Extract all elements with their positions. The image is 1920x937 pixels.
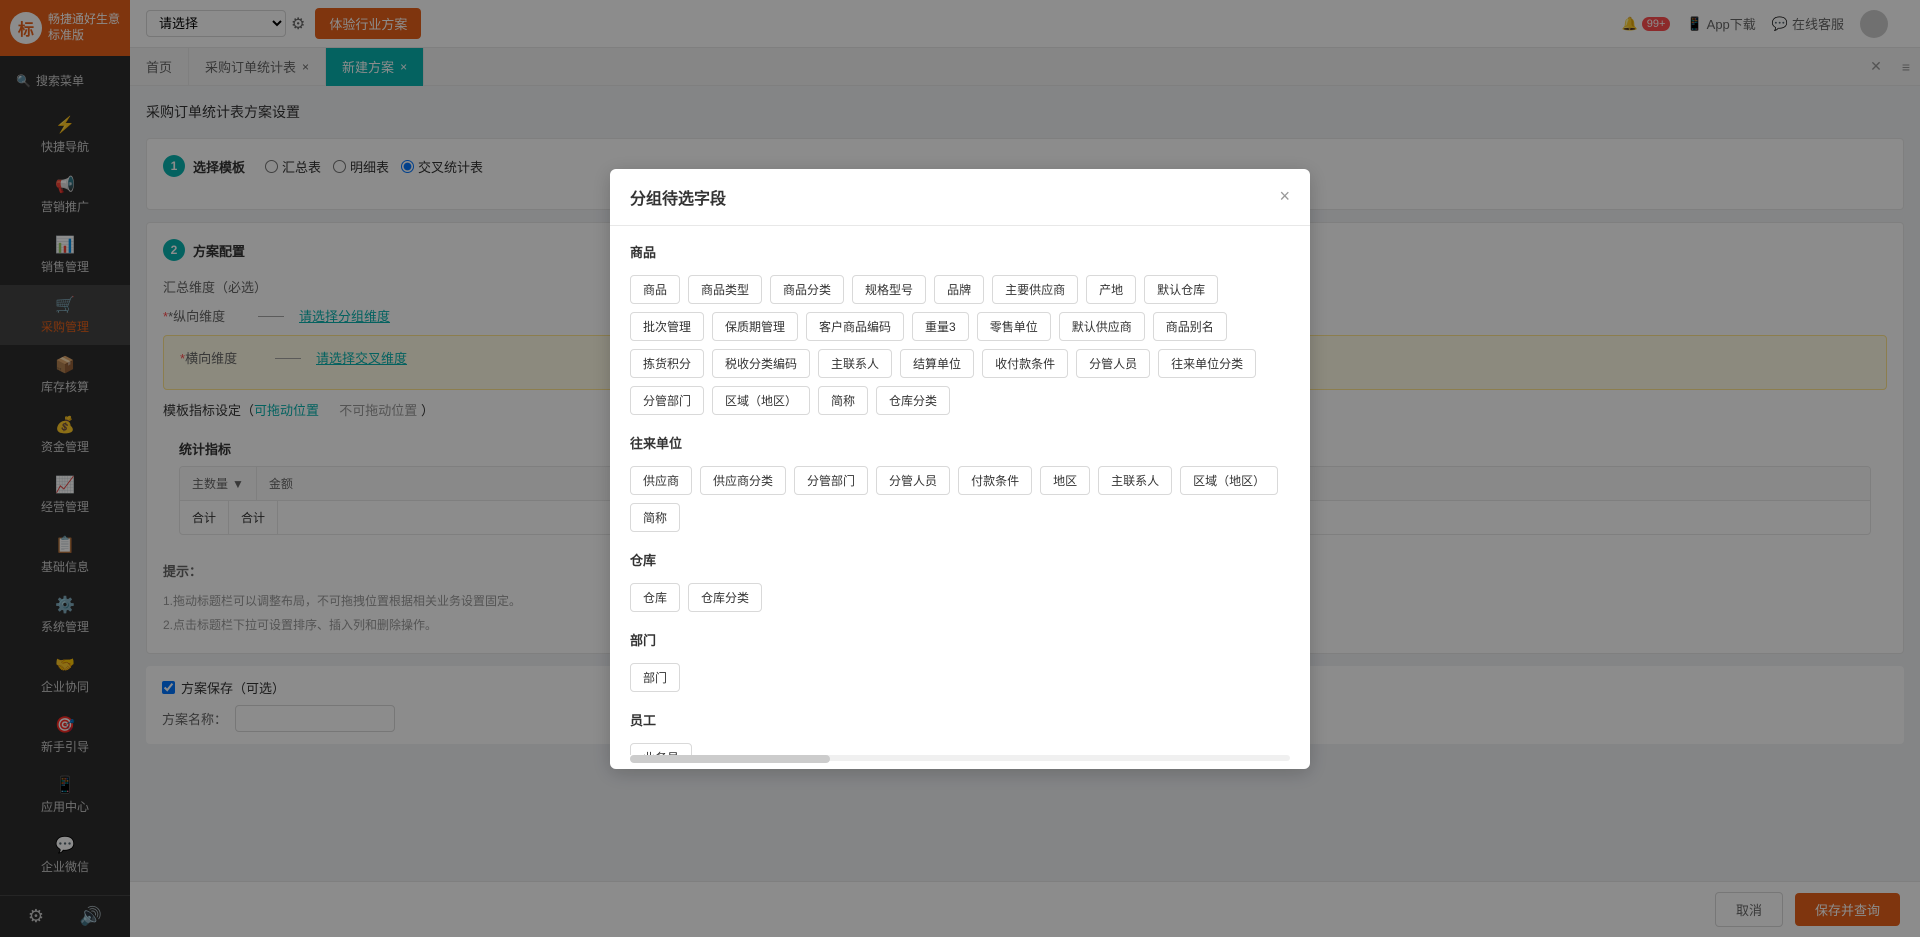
- chip-main-supplier[interactable]: 主要供应商: [992, 275, 1078, 304]
- warehouse-chips: 仓库 仓库分类: [630, 583, 1290, 612]
- chip-manage-dept[interactable]: 分管部门: [630, 386, 704, 415]
- chip-region2[interactable]: 区域（地区）: [1180, 466, 1278, 495]
- counterpart-chips: 供应商 供应商分类 分管部门 分管人员 付款条件 地区 主联系人 区域（地区） …: [630, 466, 1290, 532]
- chip-pick-points[interactable]: 拣货积分: [630, 349, 704, 378]
- chip-area[interactable]: 地区: [1040, 466, 1090, 495]
- chip-region[interactable]: 区域（地区）: [712, 386, 810, 415]
- chip-salesperson[interactable]: 业务员: [630, 743, 692, 755]
- chip-weight3[interactable]: 重量3: [912, 312, 969, 341]
- chip-brand[interactable]: 品牌: [934, 275, 984, 304]
- chip-batch-mgmt[interactable]: 批次管理: [630, 312, 704, 341]
- chip-dept-person[interactable]: 分管人员: [876, 466, 950, 495]
- chip-expiry-mgmt[interactable]: 保质期管理: [712, 312, 798, 341]
- chip-warehouse[interactable]: 仓库: [630, 583, 680, 612]
- chip-payment-cond[interactable]: 付款条件: [958, 466, 1032, 495]
- warehouse-section: 仓库 仓库 仓库分类: [630, 550, 1290, 612]
- chip-origin[interactable]: 产地: [1086, 275, 1136, 304]
- field-select-modal: 分组待选字段 × 商品 商品 商品类型 商品分类 规格型号 品牌 主要供应商 产…: [610, 169, 1310, 769]
- chip-default-supplier[interactable]: 默认供应商: [1059, 312, 1145, 341]
- chip-goods-alias[interactable]: 商品别名: [1153, 312, 1227, 341]
- chip-main-contact2[interactable]: 主联系人: [1098, 466, 1172, 495]
- chip-retail-unit[interactable]: 零售单位: [977, 312, 1051, 341]
- chip-supplier[interactable]: 供应商: [630, 466, 692, 495]
- chip-department[interactable]: 部门: [630, 663, 680, 692]
- department-chips: 部门: [630, 663, 1290, 692]
- modal-scrollbar-thumb: [630, 755, 830, 763]
- modal-close-button[interactable]: ×: [1279, 186, 1290, 207]
- chip-goods-category[interactable]: 商品分类: [770, 275, 844, 304]
- chip-dept[interactable]: 分管部门: [794, 466, 868, 495]
- goods-chips: 商品 商品类型 商品分类 规格型号 品牌 主要供应商 产地 默认仓库 批次管理 …: [630, 275, 1290, 415]
- counterpart-section: 往来单位 供应商 供应商分类 分管部门 分管人员 付款条件 地区 主联系人 区域…: [630, 433, 1290, 532]
- modal-overlay[interactable]: 分组待选字段 × 商品 商品 商品类型 商品分类 规格型号 品牌 主要供应商 产…: [0, 0, 1920, 937]
- chip-goods[interactable]: 商品: [630, 275, 680, 304]
- employee-chips: 业务员: [630, 743, 1290, 755]
- chip-main-contact[interactable]: 主联系人: [818, 349, 892, 378]
- chip-payment-terms[interactable]: 收付款条件: [982, 349, 1068, 378]
- goods-section: 商品 商品 商品类型 商品分类 规格型号 品牌 主要供应商 产地 默认仓库 批次…: [630, 242, 1290, 415]
- chip-spec-model[interactable]: 规格型号: [852, 275, 926, 304]
- goods-section-title: 商品: [630, 242, 1290, 265]
- chip-short-name2[interactable]: 简称: [630, 503, 680, 532]
- modal-horizontal-scrollbar[interactable]: [630, 755, 1290, 761]
- warehouse-section-title: 仓库: [630, 550, 1290, 573]
- chip-short-name[interactable]: 简称: [818, 386, 868, 415]
- department-section: 部门 部门: [630, 630, 1290, 692]
- modal-title: 分组待选字段: [630, 185, 726, 209]
- employee-section-title: 员工: [630, 710, 1290, 733]
- chip-settle-unit[interactable]: 结算单位: [900, 349, 974, 378]
- employee-section: 员工 业务员: [630, 710, 1290, 755]
- counterpart-section-title: 往来单位: [630, 433, 1290, 456]
- chip-warehouse-cat[interactable]: 仓库分类: [876, 386, 950, 415]
- chip-supplier-cat[interactable]: 供应商分类: [700, 466, 786, 495]
- department-section-title: 部门: [630, 630, 1290, 653]
- chip-counterpart-type[interactable]: 往来单位分类: [1158, 349, 1256, 378]
- modal-header: 分组待选字段 ×: [610, 169, 1310, 226]
- chip-goods-type[interactable]: 商品类型: [688, 275, 762, 304]
- chip-manager[interactable]: 分管人员: [1076, 349, 1150, 378]
- modal-body: 商品 商品 商品类型 商品分类 规格型号 品牌 主要供应商 产地 默认仓库 批次…: [610, 226, 1310, 755]
- chip-warehouse-category[interactable]: 仓库分类: [688, 583, 762, 612]
- chip-customer-code[interactable]: 客户商品编码: [806, 312, 904, 341]
- chip-default-warehouse[interactable]: 默认仓库: [1144, 275, 1218, 304]
- chip-tax-code[interactable]: 税收分类编码: [712, 349, 810, 378]
